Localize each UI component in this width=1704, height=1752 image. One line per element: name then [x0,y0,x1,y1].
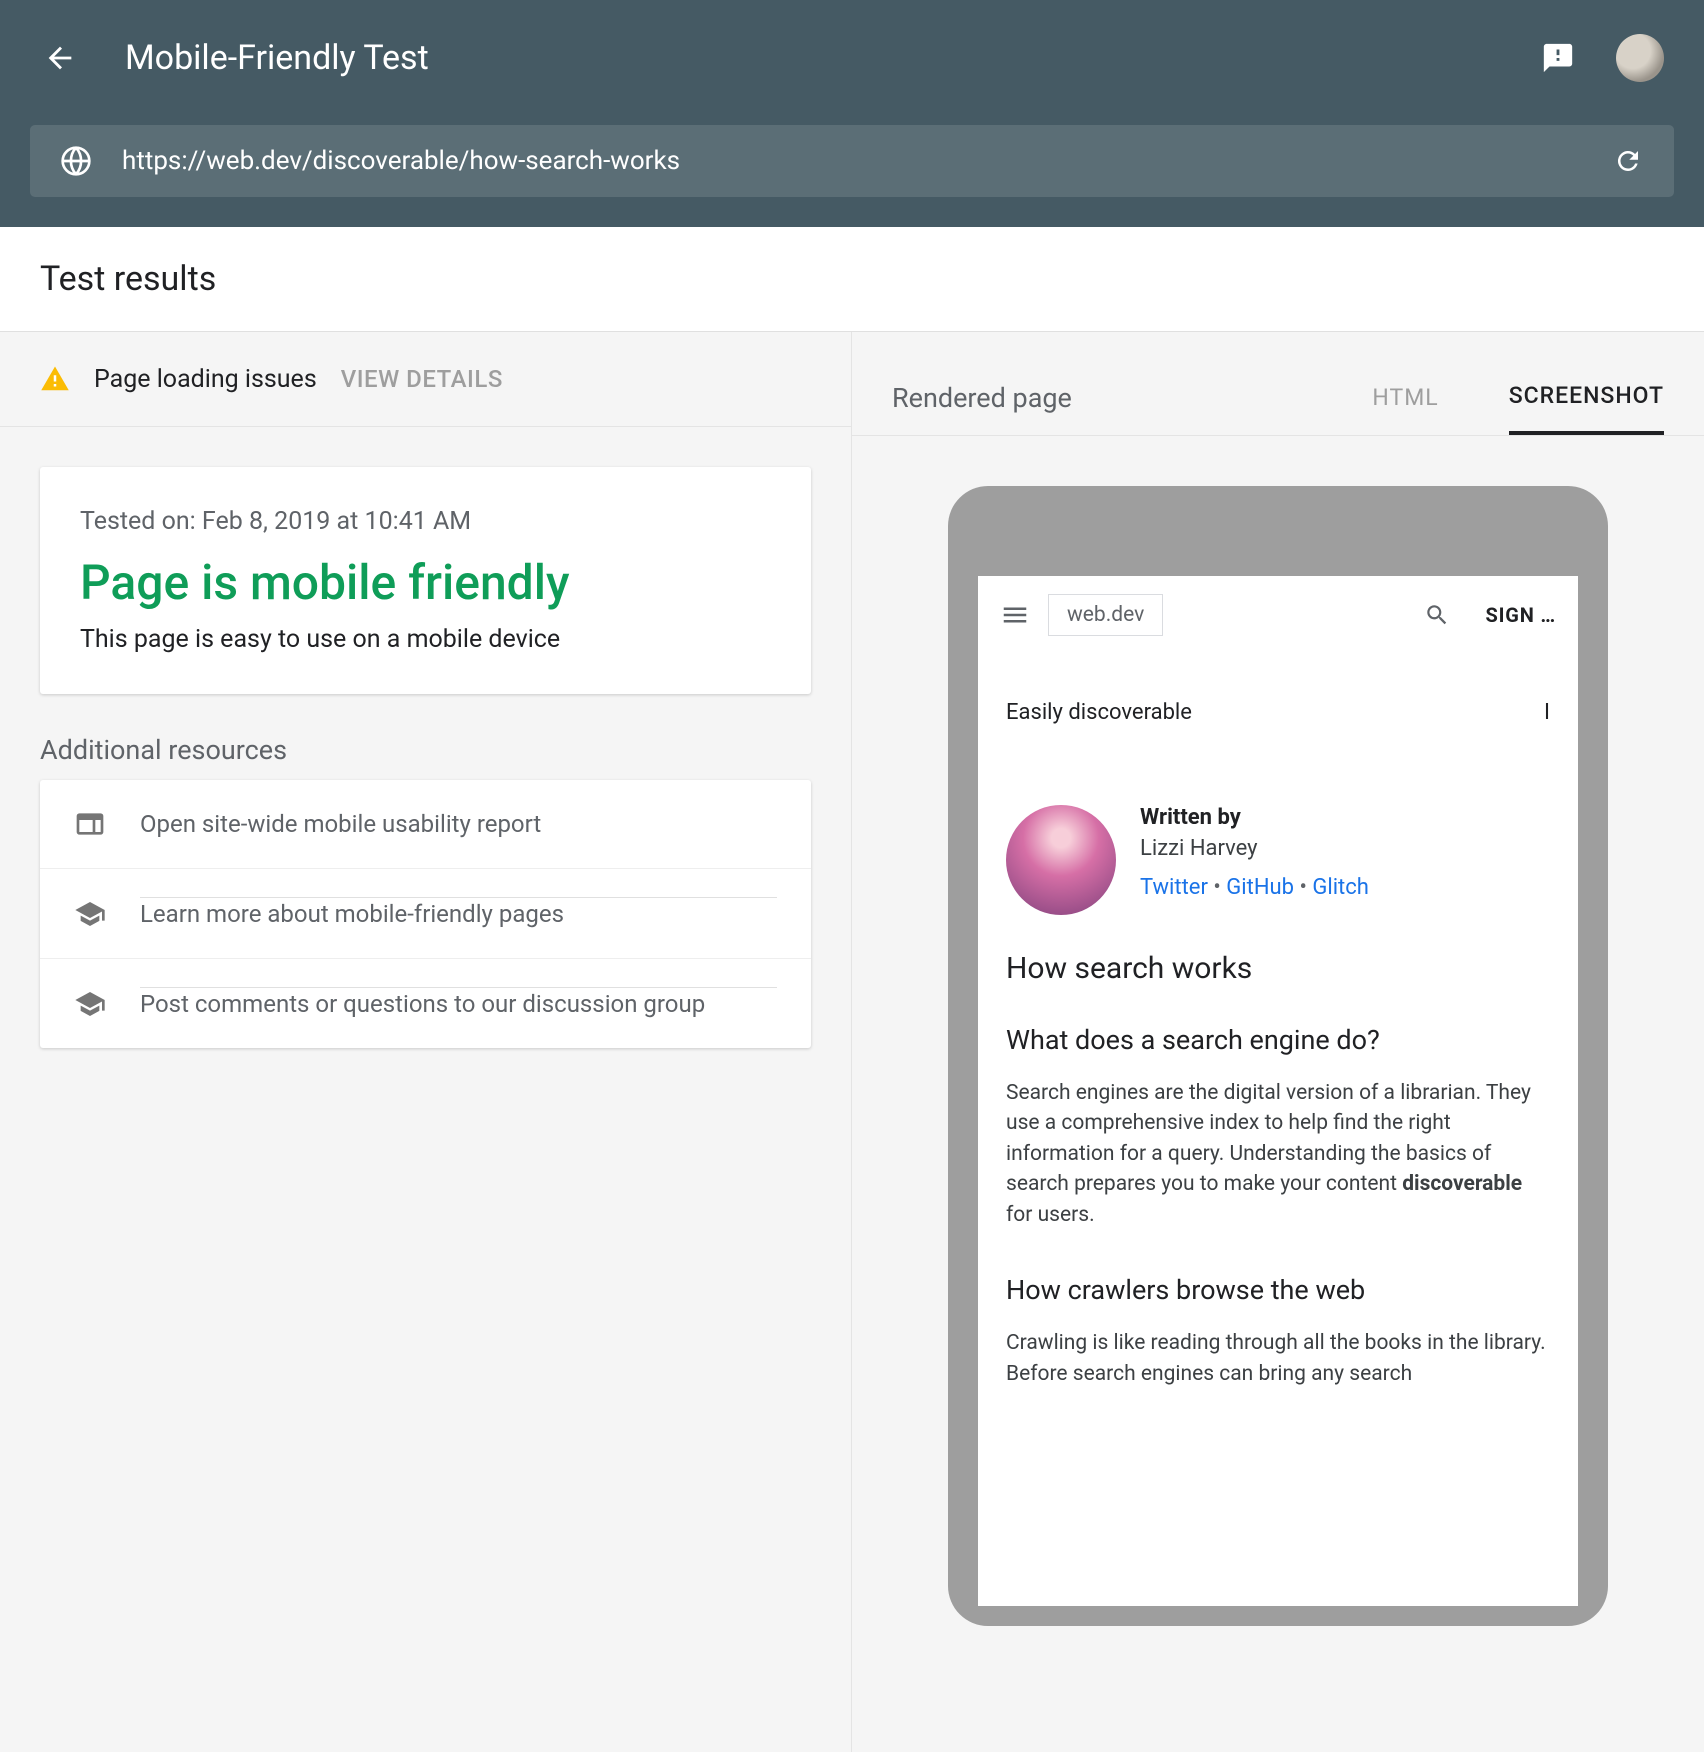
verdict-subtitle: This page is easy to use on a mobile dev… [80,625,771,654]
school-icon [74,988,106,1020]
preview-p1c: for users. [1006,1203,1095,1227]
resource-label: Post comments or questions to our discus… [140,987,777,1020]
app-header: Mobile-Friendly Test https://web.dev/dis… [0,0,1704,227]
rendered-screenshot: web.dev SIGN … Easily discoverable I Wri… [978,576,1578,1606]
preview-link-glitch: Glitch [1312,875,1369,900]
verdict-title: Page is mobile friendly [80,554,771,611]
resources-heading: Additional resources [40,734,811,766]
hamburger-icon [1000,600,1030,630]
issues-label: Page loading issues [94,365,317,394]
preview-h2-b: How crawlers browse the web [1006,1274,1550,1306]
school-icon [74,898,106,930]
resource-label: Learn more about mobile-friendly pages [140,897,777,930]
app-title: Mobile-Friendly Test [125,38,429,78]
preview-link-twitter: Twitter [1140,875,1208,900]
url-bar[interactable]: https://web.dev/discoverable/how-search-… [30,125,1674,197]
feedback-icon [1541,41,1575,75]
warning-icon [40,364,70,394]
url-text: https://web.dev/discoverable/how-search-… [122,146,1582,176]
resource-usability-report[interactable]: Open site-wide mobile usability report [40,780,811,869]
issues-bar: Page loading issues VIEW DETAILS [0,332,851,427]
preview-brand: web.dev [1048,594,1163,636]
view-details-button[interactable]: VIEW DETAILS [341,365,503,393]
tab-html[interactable]: HTML [1372,360,1438,435]
rendered-page-label: Rendered page [892,382,1072,414]
user-avatar[interactable] [1616,34,1664,82]
phone-frame: web.dev SIGN … Easily discoverable I Wri… [948,486,1608,1626]
arrow-left-icon [43,41,77,75]
preview-h2-a: What does a search engine do? [1006,1024,1550,1056]
preview-author-name: Lizzi Harvey [1140,836,1369,861]
preview-author-links: Twitter • GitHub • Glitch [1140,875,1369,900]
preview-p1b: discoverable [1402,1172,1522,1196]
preview-link-github: GitHub [1226,875,1294,900]
web-icon [74,808,106,840]
back-button[interactable] [40,38,80,78]
results-heading: Test results [0,227,1704,332]
preview-crumb-right: I [1544,700,1550,725]
search-icon [1424,602,1450,628]
tab-screenshot[interactable]: SCREENSHOT [1509,360,1664,435]
refresh-button[interactable] [1612,145,1644,177]
preview-sign-in: SIGN … [1486,603,1557,627]
right-pane: Rendered page HTML SCREENSHOT web.dev SI… [852,332,1704,1752]
resources-card: Open site-wide mobile usability report L… [40,780,811,1048]
preview-breadcrumb: Easily discoverable [1006,700,1192,725]
tested-on: Tested on: Feb 8, 2019 at 10:41 AM [80,507,771,536]
resource-discussion[interactable]: Post comments or questions to our discus… [40,959,811,1048]
preview-h1: How search works [1006,951,1550,986]
left-pane: Page loading issues VIEW DETAILS Tested … [0,332,852,1752]
preview-written-by: Written by [1140,805,1369,830]
feedback-button[interactable] [1540,40,1576,76]
preview-paragraph-2: Crawling is like reading through all the… [1006,1328,1550,1389]
preview-author-avatar [1006,805,1116,915]
globe-icon [60,145,92,177]
resource-learn-more[interactable]: Learn more about mobile-friendly pages [40,869,811,959]
preview-paragraph-1: Search engines are the digital version o… [1006,1078,1550,1230]
refresh-icon [1613,146,1643,176]
resource-label: Open site-wide mobile usability report [140,808,777,840]
result-card: Tested on: Feb 8, 2019 at 10:41 AM Page … [40,467,811,694]
